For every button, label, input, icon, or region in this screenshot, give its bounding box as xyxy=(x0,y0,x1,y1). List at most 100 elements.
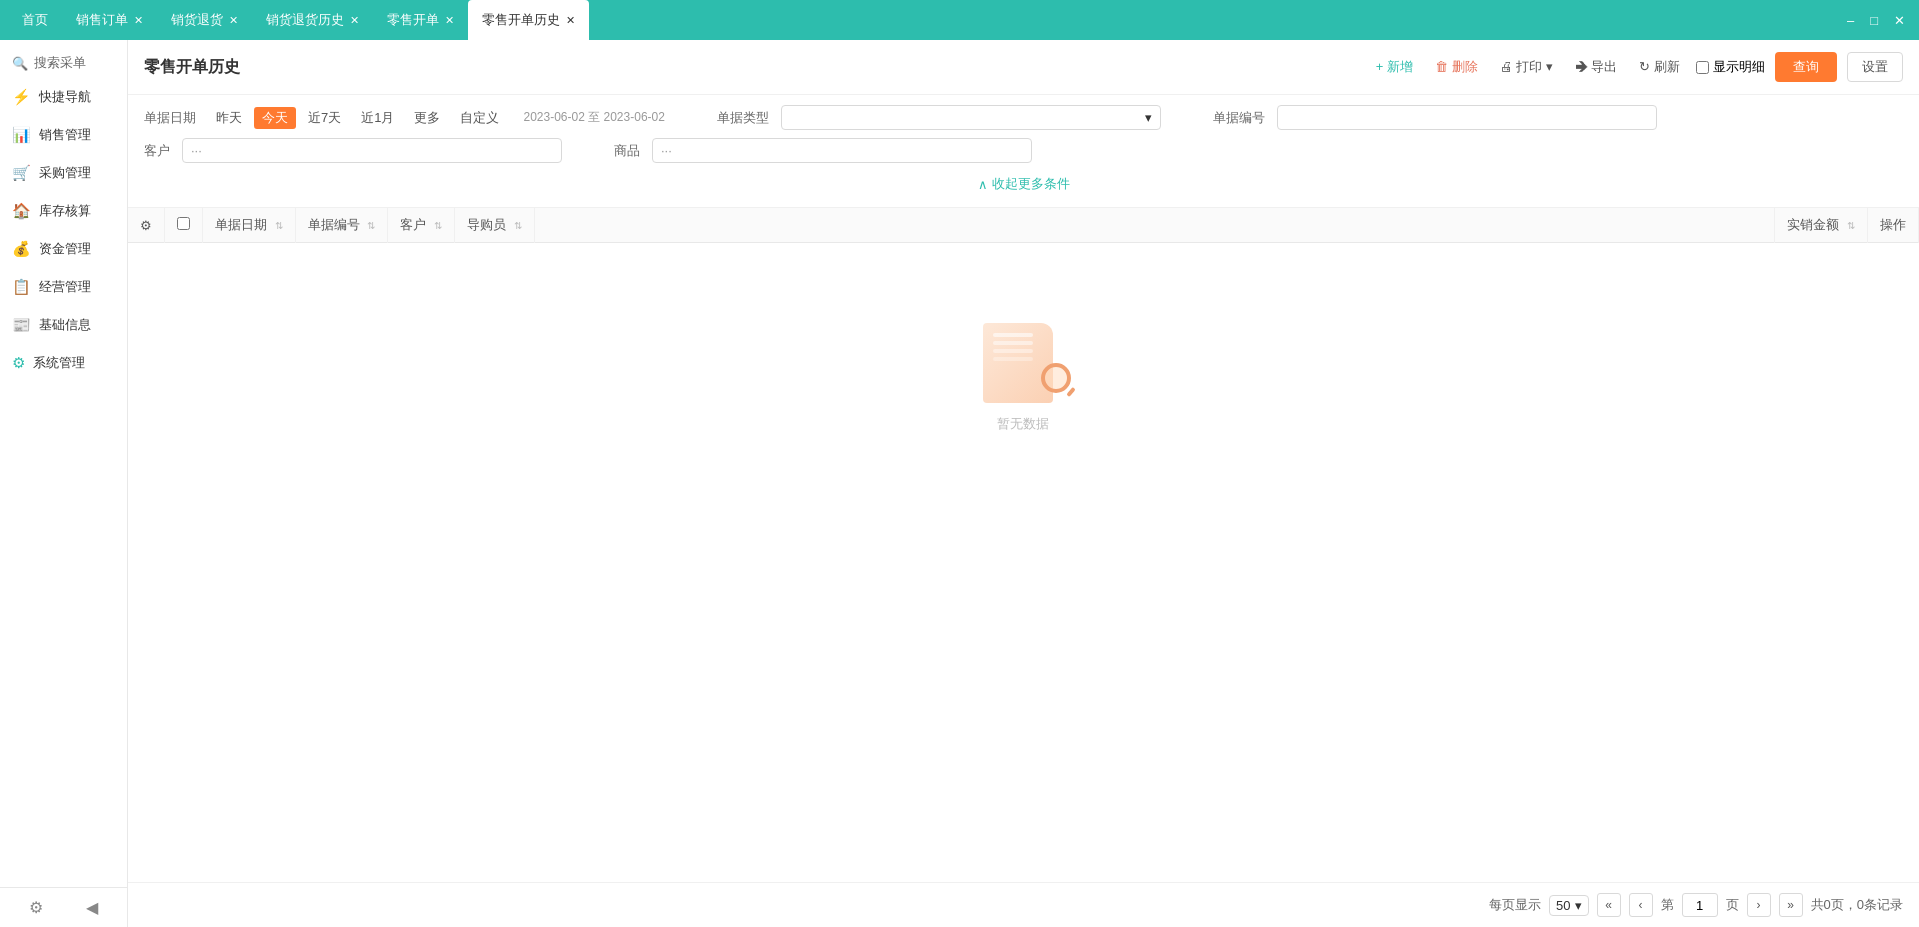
next-page-button[interactable]: › xyxy=(1747,893,1771,917)
product-label: 商品 xyxy=(614,142,640,160)
sidebar-item-operations[interactable]: 📋 经营管理 xyxy=(0,268,127,306)
table-footer: 每页显示 50 ▾ « ‹ 第 页 › » 共0页，0条记录 xyxy=(128,882,1919,927)
sidebar-item-finance[interactable]: 💰 资金管理 xyxy=(0,230,127,268)
sidebar-settings-icon[interactable]: ⚙ xyxy=(29,898,43,917)
sidebar-item-operations-label: 经营管理 xyxy=(39,278,91,296)
data-table: ⚙ 单据日期 ⇅ 单据编号 ⇅ 客户 ⇅ xyxy=(128,208,1919,513)
search-circle xyxy=(1041,363,1071,393)
customer-select[interactable]: ··· xyxy=(182,138,562,163)
export-button[interactable]: 🡺 导出 xyxy=(1569,54,1624,80)
sidebar-item-sys-mgmt[interactable]: ⚙ 系统管理 xyxy=(0,344,127,382)
sidebar-item-inventory[interactable]: 🏠 库存核算 xyxy=(0,192,127,230)
finance-icon: 💰 xyxy=(12,240,31,258)
sidebar-item-sys-mgmt-label: 系统管理 xyxy=(33,354,85,372)
table-header-row: ⚙ 单据日期 ⇅ 单据编号 ⇅ 客户 ⇅ xyxy=(128,208,1919,243)
customer-ellipsis: ··· xyxy=(191,143,202,158)
tab-home[interactable]: 首页 xyxy=(8,0,62,40)
date-tab-today[interactable]: 今天 xyxy=(254,107,296,129)
th-number-sort-icon: ⇅ xyxy=(367,220,375,231)
tab-sales-return-history-label: 销货退货历史 xyxy=(266,11,344,29)
add-button[interactable]: + 新增 xyxy=(1370,54,1419,80)
date-tab-1month[interactable]: 近1月 xyxy=(353,107,402,129)
tab-sales-order-label: 销售订单 xyxy=(76,11,128,29)
empty-text: 暂无数据 xyxy=(997,415,1049,433)
sidebar-item-quick-nav[interactable]: ⚡ 快捷导航 xyxy=(0,78,127,116)
tab-sales-return[interactable]: 销货退货 ✕ xyxy=(157,0,252,40)
tab-retail-open-history-label: 零售开单历史 xyxy=(482,11,560,29)
operations-icon: 📋 xyxy=(12,278,31,296)
th-customer[interactable]: 客户 ⇅ xyxy=(388,208,455,243)
th-date[interactable]: 单据日期 ⇅ xyxy=(203,208,296,243)
date-label: 单据日期 xyxy=(144,109,196,127)
tab-retail-open-close[interactable]: ✕ xyxy=(445,14,454,27)
th-checkbox[interactable] xyxy=(165,208,203,243)
collapse-bar[interactable]: ∧ 收起更多条件 xyxy=(144,171,1903,197)
per-page-select[interactable]: 50 ▾ xyxy=(1549,895,1588,916)
th-customer-label: 客户 xyxy=(400,217,426,232)
date-tab-yesterday[interactable]: 昨天 xyxy=(208,107,250,129)
page-input[interactable] xyxy=(1682,893,1718,917)
tab-sales-return-close[interactable]: ✕ xyxy=(229,14,238,27)
page-word-end: 页 xyxy=(1726,896,1739,914)
th-salesperson[interactable]: 导购员 ⇅ xyxy=(454,208,534,243)
collapse-label: 收起更多条件 xyxy=(992,175,1070,193)
type-select-arrow: ▾ xyxy=(1145,110,1152,125)
display-detail-checkbox[interactable] xyxy=(1696,61,1709,74)
th-settings[interactable]: ⚙ xyxy=(128,208,165,243)
sidebar-item-purchase-mgmt[interactable]: 🛒 采购管理 xyxy=(0,154,127,192)
purchase-mgmt-icon: 🛒 xyxy=(12,164,31,182)
sidebar-collapse-icon[interactable]: ◀ xyxy=(86,898,98,917)
empty-icon xyxy=(973,323,1073,403)
sidebar-item-basic-info-label: 基础信息 xyxy=(39,316,91,334)
tab-sales-return-history-close[interactable]: ✕ xyxy=(350,14,359,27)
close-button[interactable]: ✕ xyxy=(1888,11,1911,30)
filter-settings-button[interactable]: 设置 xyxy=(1847,52,1903,82)
quick-nav-icon: ⚡ xyxy=(12,88,31,106)
page-summary: 共0页，0条记录 xyxy=(1811,896,1903,914)
th-spacer xyxy=(534,208,1775,243)
minimize-button[interactable]: – xyxy=(1841,11,1860,30)
query-button[interactable]: 查询 xyxy=(1775,52,1837,82)
date-tab-custom[interactable]: 自定义 xyxy=(452,107,507,129)
display-detail-toggle[interactable]: 显示明细 xyxy=(1696,58,1765,76)
inventory-icon: 🏠 xyxy=(12,202,31,220)
refresh-button[interactable]: ↻ 刷新 xyxy=(1633,54,1686,80)
sys-mgmt-icon: ⚙ xyxy=(12,354,25,372)
filter-row-1: 单据日期 昨天 今天 近7天 近1月 更多 自定义 2023-06-02 至 2… xyxy=(144,105,1903,130)
prev-page-button[interactable]: ‹ xyxy=(1629,893,1653,917)
tab-sales-order-close[interactable]: ✕ xyxy=(134,14,143,27)
display-detail-label: 显示明细 xyxy=(1713,58,1765,76)
type-select[interactable]: ▾ xyxy=(781,105,1161,130)
tab-retail-open[interactable]: 零售开单 ✕ xyxy=(373,0,468,40)
sidebar-item-basic-info[interactable]: 📰 基础信息 xyxy=(0,306,127,344)
number-input[interactable] xyxy=(1277,105,1657,130)
th-amount[interactable]: 实销金额 ⇅ xyxy=(1775,208,1868,243)
print-button[interactable]: 🖨 打印 ▾ xyxy=(1494,54,1559,80)
product-select[interactable]: ··· xyxy=(652,138,1032,163)
sidebar-search[interactable]: 🔍 搜索采单 xyxy=(0,48,127,78)
date-tab-7days[interactable]: 近7天 xyxy=(300,107,349,129)
first-page-button[interactable]: « xyxy=(1597,893,1621,917)
product-ellipsis: ··· xyxy=(661,143,672,158)
last-page-button[interactable]: » xyxy=(1779,893,1803,917)
date-tab-more[interactable]: 更多 xyxy=(406,107,448,129)
tab-sales-return-history[interactable]: 销货退货历史 ✕ xyxy=(252,0,373,40)
basic-info-icon: 📰 xyxy=(12,316,31,334)
th-amount-label: 实销金额 xyxy=(1787,217,1839,232)
collapse-icon: ∧ xyxy=(978,177,988,192)
empty-row: 暂无数据 xyxy=(128,243,1919,514)
select-all-checkbox[interactable] xyxy=(177,217,190,230)
sidebar-search-label: 搜索采单 xyxy=(34,54,86,72)
sidebar-item-sales-mgmt-label: 销售管理 xyxy=(39,126,91,144)
sidebar-item-sales-mgmt[interactable]: 📊 销售管理 xyxy=(0,116,127,154)
date-range: 2023-06-02 至 2023-06-02 xyxy=(523,109,664,126)
th-number[interactable]: 单据编号 ⇅ xyxy=(295,208,388,243)
tab-sales-order[interactable]: 销售订单 ✕ xyxy=(62,0,157,40)
tab-retail-open-history-close[interactable]: ✕ xyxy=(566,14,575,27)
tab-retail-open-history[interactable]: 零售开单历史 ✕ xyxy=(468,0,589,40)
type-label: 单据类型 xyxy=(717,109,769,127)
filter-row-2: 客户 ··· 商品 ··· xyxy=(144,138,1903,163)
delete-button[interactable]: 🗑 删除 xyxy=(1429,54,1484,80)
maximize-button[interactable]: □ xyxy=(1864,11,1884,30)
sidebar-item-quick-nav-label: 快捷导航 xyxy=(39,88,91,106)
